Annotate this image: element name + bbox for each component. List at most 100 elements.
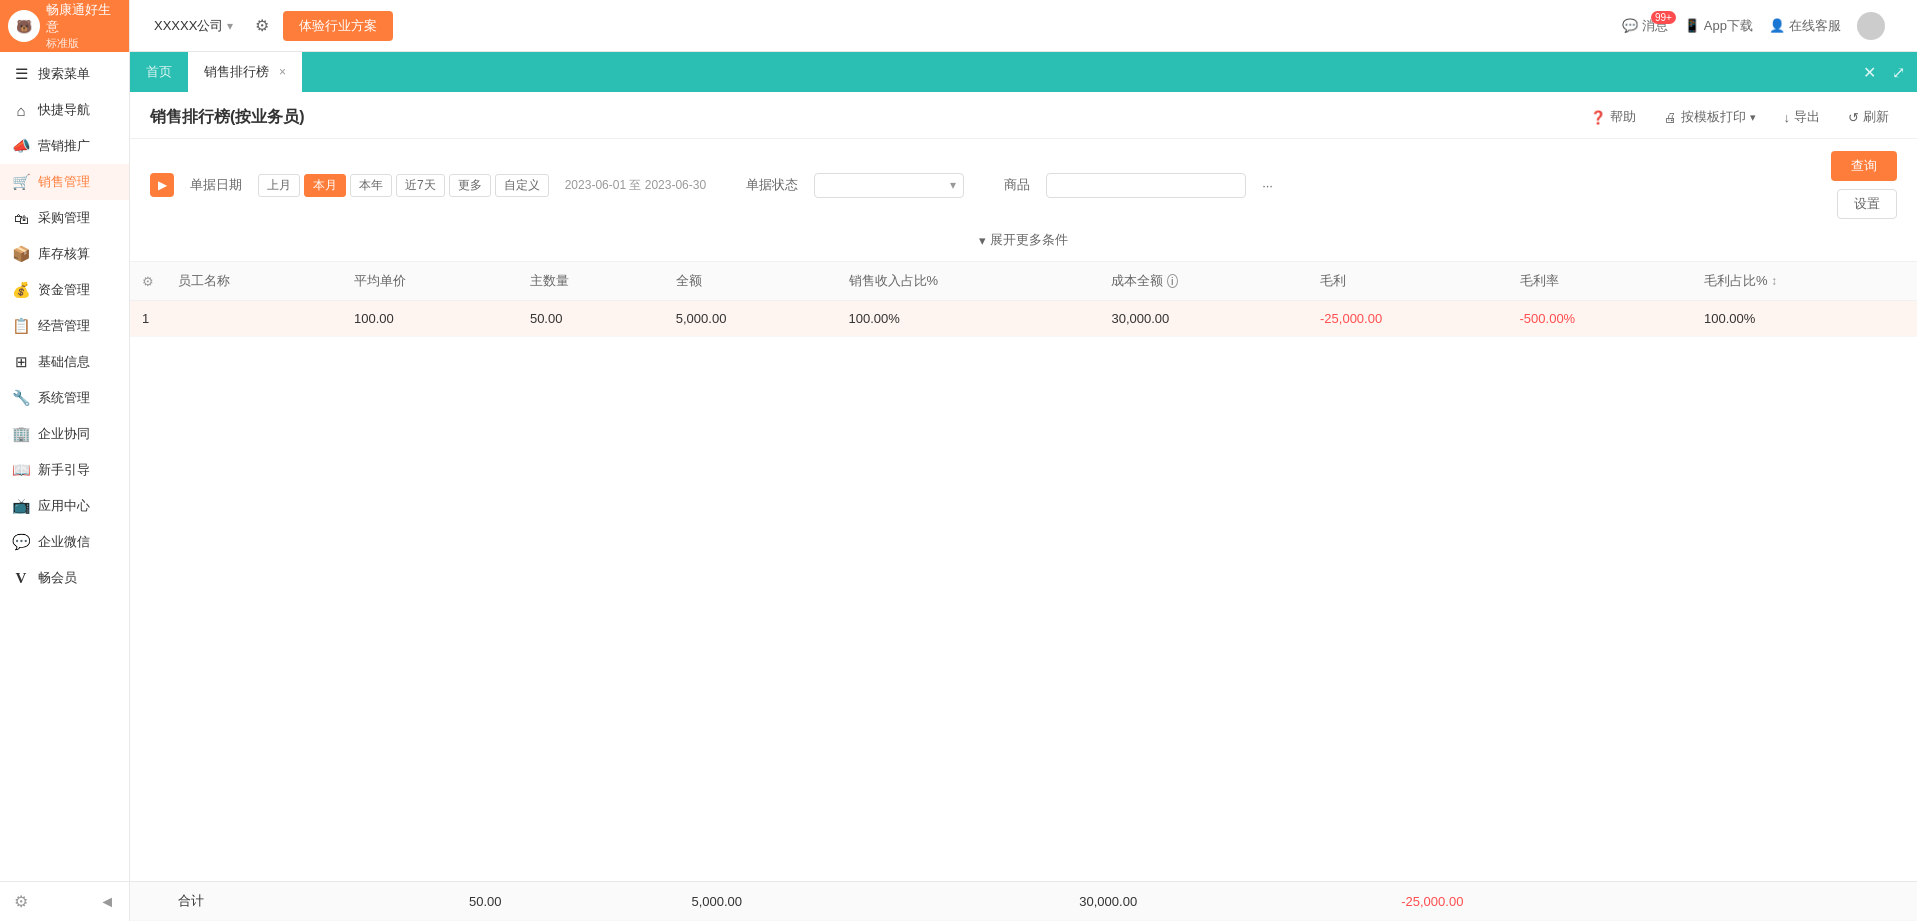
topbar-settings-icon[interactable]: ⚙ bbox=[251, 12, 273, 39]
cost-info-icon[interactable]: i bbox=[1167, 274, 1177, 288]
table-settings-icon[interactable]: ⚙ bbox=[142, 274, 154, 289]
tab-sales-label: 销售排行榜 bbox=[204, 63, 269, 81]
sidebar-item-label: 采购管理 bbox=[38, 209, 90, 227]
sidebar-item-purchase[interactable]: 🛍 采购管理 bbox=[0, 200, 129, 236]
export-icon: ↓ bbox=[1784, 110, 1791, 125]
trial-button[interactable]: 体验行业方案 bbox=[283, 11, 393, 41]
sidebar-item-label: 销售管理 bbox=[38, 173, 90, 191]
footer-avg-price bbox=[363, 882, 457, 921]
sidebar-item-quick-nav[interactable]: ⌂ 快捷导航 bbox=[0, 92, 129, 128]
sidebar-item-label: 应用中心 bbox=[38, 497, 90, 515]
sidebar: 🐻 畅康通好生意 标准版 ☰ 搜索菜单 ⌂ 快捷导航 📣 营销推广 🛒 销售管理… bbox=[0, 0, 130, 921]
sidebar-item-label: 资金管理 bbox=[38, 281, 90, 299]
sidebar-item-app-center[interactable]: 📺 应用中心 bbox=[0, 488, 129, 524]
sidebar-item-guide[interactable]: 📖 新手引导 bbox=[0, 452, 129, 488]
td-cost: 30,000.00 bbox=[1099, 301, 1308, 337]
tab-expand-icon[interactable]: ⤢ bbox=[1888, 59, 1909, 86]
main-area: XXXXX公司 ▾ ⚙ 体验行业方案 💬 消息 99+ 📱 App下载 👤 在线… bbox=[130, 0, 1917, 921]
wechat-icon: 💬 bbox=[12, 533, 30, 551]
date-btn-this-year[interactable]: 本年 bbox=[350, 174, 392, 197]
expand-more-row: ▾ 展开更多条件 bbox=[150, 227, 1897, 253]
date-btn-more[interactable]: 更多 bbox=[449, 174, 491, 197]
guide-icon: 📖 bbox=[12, 461, 30, 479]
date-btn-custom[interactable]: 自定义 bbox=[495, 174, 549, 197]
goods-more[interactable]: ··· bbox=[1262, 178, 1273, 193]
profit-sort-icon[interactable]: ↕ bbox=[1771, 274, 1777, 288]
td-rank: 1 bbox=[130, 301, 166, 337]
sidebar-item-operation[interactable]: 📋 经营管理 bbox=[0, 308, 129, 344]
expand-more-button[interactable]: ▾ 展开更多条件 bbox=[979, 231, 1068, 249]
th-cost: 成本全额 i bbox=[1099, 262, 1308, 301]
message-button[interactable]: 💬 消息 99+ bbox=[1622, 17, 1668, 35]
online-service-button[interactable]: 👤 在线客服 bbox=[1769, 17, 1841, 35]
service-icon: 👤 bbox=[1769, 18, 1785, 33]
page-title: 销售排行榜(按业务员) bbox=[150, 107, 305, 128]
footer-cost: 30,000.00 bbox=[1067, 882, 1389, 921]
refresh-button[interactable]: ↺ 刷新 bbox=[1840, 104, 1897, 130]
th-avg-price: 平均单价 bbox=[342, 262, 518, 301]
sidebar-item-label: 新手引导 bbox=[38, 461, 90, 479]
sidebar-item-marketing[interactable]: 📣 营销推广 bbox=[0, 128, 129, 164]
sidebar-item-search-order[interactable]: ☰ 搜索菜单 bbox=[0, 56, 129, 92]
status-label: 单据状态 bbox=[746, 176, 798, 194]
tab-close-icon[interactable]: × bbox=[279, 65, 286, 79]
sidebar-item-basic-info[interactable]: ⊞ 基础信息 bbox=[0, 344, 129, 380]
sidebar-item-label: 系统管理 bbox=[38, 389, 90, 407]
help-button[interactable]: ❓ 帮助 bbox=[1582, 104, 1644, 130]
status-select-wrap bbox=[814, 173, 964, 198]
sidebar-nav: ☰ 搜索菜单 ⌂ 快捷导航 📣 营销推广 🛒 销售管理 🛍 采购管理 📦 库存核… bbox=[0, 52, 129, 881]
sidebar-settings-icon[interactable]: ⚙ bbox=[14, 892, 28, 911]
goods-input[interactable] bbox=[1046, 173, 1246, 198]
th-profit-pct: 毛利占比% ↕ bbox=[1692, 262, 1917, 301]
filter-expand-arrow[interactable]: ▶ bbox=[150, 173, 174, 197]
sidebar-item-wechat[interactable]: 💬 企业微信 bbox=[0, 524, 129, 560]
avatar[interactable] bbox=[1857, 12, 1885, 40]
print-template-button[interactable]: 🖨 按模板打印 ▾ bbox=[1656, 104, 1764, 130]
tab-sales-ranking[interactable]: 销售排行榜 × bbox=[188, 52, 302, 92]
settings-button[interactable]: 设置 bbox=[1837, 189, 1897, 219]
tab-close-all-icon[interactable]: ✕ bbox=[1859, 59, 1880, 86]
message-badge: 99+ bbox=[1651, 11, 1676, 24]
company-selector[interactable]: XXXXX公司 ▾ bbox=[146, 13, 241, 39]
th-main-qty: 主数量 bbox=[518, 262, 664, 301]
td-avg-price: 100.00 bbox=[342, 301, 518, 337]
system-icon: 🔧 bbox=[12, 389, 30, 407]
app-download-button[interactable]: 📱 App下载 bbox=[1684, 17, 1753, 35]
sidebar-item-label: 经营管理 bbox=[38, 317, 90, 335]
date-btn-7days[interactable]: 近7天 bbox=[396, 174, 445, 197]
query-button[interactable]: 查询 bbox=[1831, 151, 1897, 181]
message-icon: 💬 bbox=[1622, 18, 1638, 33]
sidebar-item-sales[interactable]: 🛒 销售管理 bbox=[0, 164, 129, 200]
tab-home-label: 首页 bbox=[146, 63, 172, 81]
status-select[interactable] bbox=[814, 173, 964, 198]
enterprise-icon: 🏢 bbox=[12, 425, 30, 443]
td-profit-pct: 100.00% bbox=[1692, 301, 1917, 337]
filter-row-1: ▶ 单据日期 上月 本月 本年 近7天 更多 自定义 2023-06-01 至 … bbox=[150, 151, 1897, 219]
print-dropdown-icon: ▾ bbox=[1750, 111, 1756, 124]
date-buttons: 上月 本月 本年 近7天 更多 自定义 bbox=[258, 174, 549, 197]
print-icon: 🖨 bbox=[1664, 110, 1677, 125]
th-amount: 全额 bbox=[664, 262, 837, 301]
service-label: 在线客服 bbox=[1789, 17, 1841, 35]
sidebar-logo: 🐻 畅康通好生意 标准版 bbox=[0, 0, 129, 52]
sidebar-item-inventory[interactable]: 📦 库存核算 bbox=[0, 236, 129, 272]
sidebar-item-member[interactable]: V 畅会员 bbox=[0, 560, 129, 596]
logo-text: 畅康通好生意 标准版 bbox=[46, 2, 121, 50]
sidebar-collapse-icon[interactable]: ◄ bbox=[99, 893, 115, 911]
th-settings: ⚙ bbox=[130, 262, 166, 301]
sidebar-item-system[interactable]: 🔧 系统管理 bbox=[0, 380, 129, 416]
export-button[interactable]: ↓ 导出 bbox=[1776, 104, 1829, 130]
expand-label: 展开更多条件 bbox=[990, 231, 1068, 249]
date-btn-this-month[interactable]: 本月 bbox=[304, 174, 346, 197]
td-profit: -25,000.00 bbox=[1308, 301, 1508, 337]
member-icon: V bbox=[12, 570, 30, 587]
date-btn-last-month[interactable]: 上月 bbox=[258, 174, 300, 197]
company-name: XXXXX公司 bbox=[154, 17, 223, 35]
tab-home[interactable]: 首页 bbox=[130, 52, 188, 92]
table-row: 1 100.00 50.00 5,000.00 100.00% 30,000.0… bbox=[130, 301, 1917, 337]
app-center-icon: 📺 bbox=[12, 497, 30, 515]
sidebar-item-enterprise[interactable]: 🏢 企业协同 bbox=[0, 416, 129, 452]
sidebar-item-finance[interactable]: 💰 资金管理 bbox=[0, 272, 129, 308]
footer-sales-pct bbox=[973, 882, 1067, 921]
content-area: 销售排行榜(按业务员) ❓ 帮助 🖨 按模板打印 ▾ ↓ 导出 bbox=[130, 92, 1917, 921]
